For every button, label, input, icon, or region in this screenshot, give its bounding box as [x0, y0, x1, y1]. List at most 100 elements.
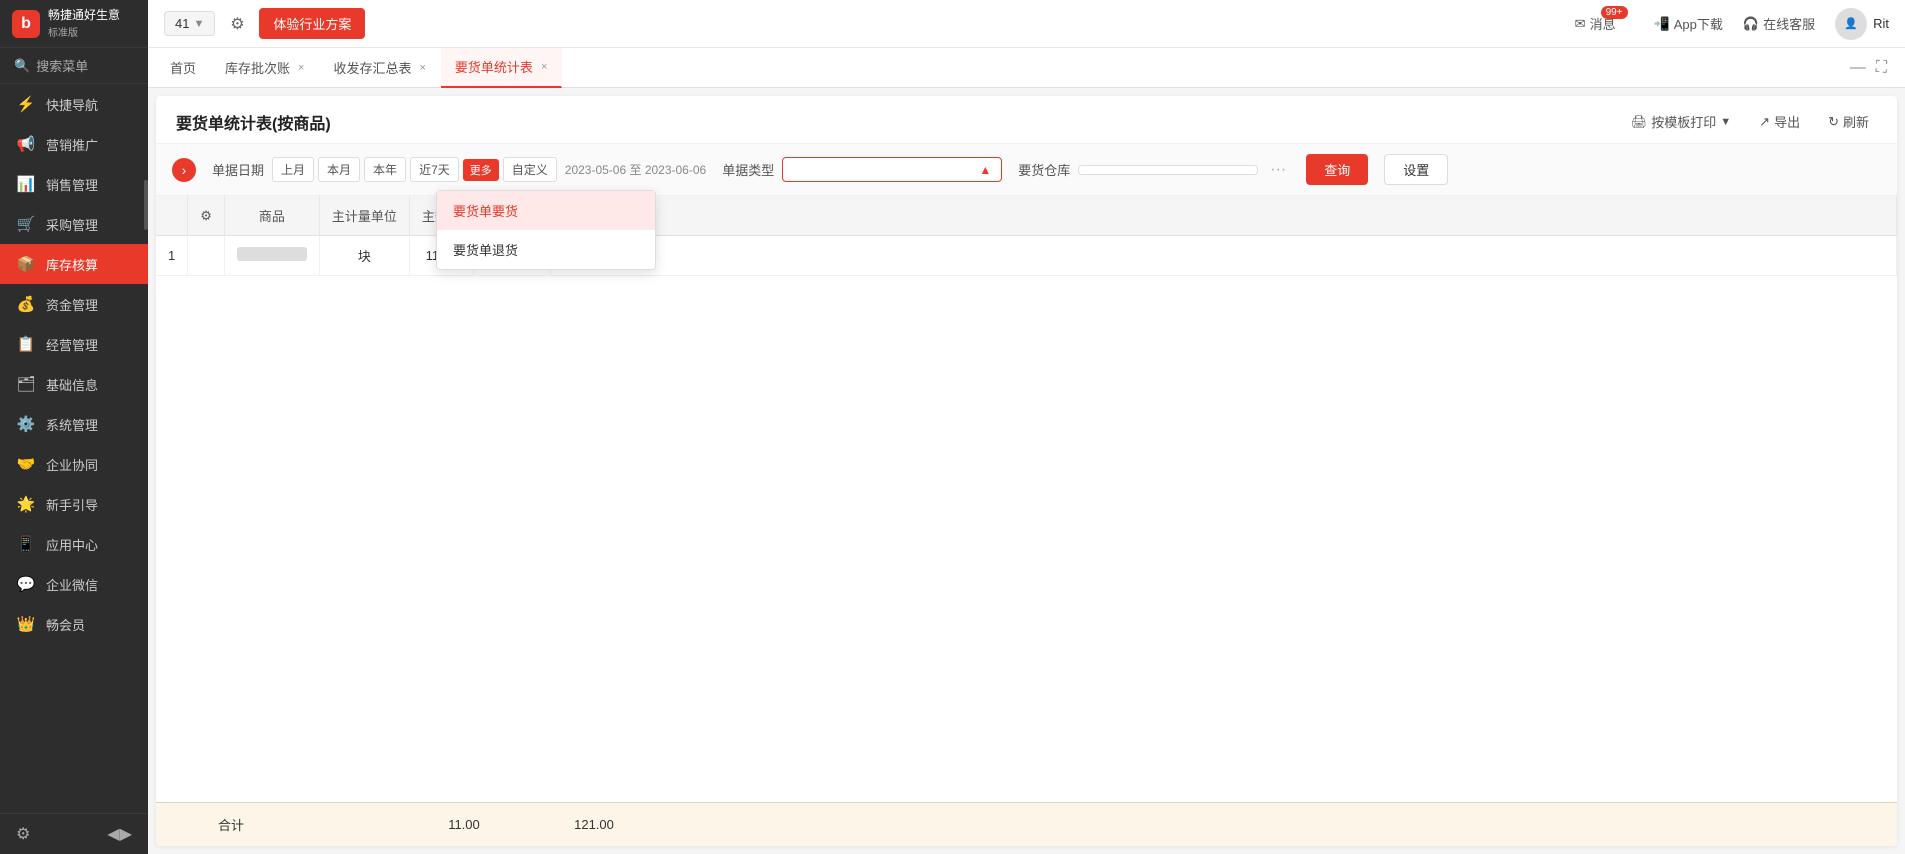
- online-service-button[interactable]: 🎧 在线客服: [1743, 14, 1815, 33]
- sidebar-nav: ⚡ 快捷导航 📢 营销推广 📊 销售管理 🛒 采购管理 📦 库存核算 💰 资金管…: [0, 84, 148, 813]
- more-tag[interactable]: 更多: [463, 159, 499, 181]
- logo-title: 畅捷通好生意: [48, 8, 120, 24]
- dropdown-option-order-goods[interactable]: 要货单要货: [437, 191, 655, 230]
- company-selector[interactable]: 41 ▼: [164, 11, 215, 36]
- order-type-input[interactable]: [793, 162, 975, 177]
- export-button[interactable]: ↗ 导出: [1751, 108, 1808, 135]
- cell-extra: [550, 236, 1896, 276]
- print-button[interactable]: 🖨 按模板打印 ▼: [1623, 108, 1739, 135]
- custom-date-btn[interactable]: 自定义: [503, 157, 557, 182]
- enterprise-icon: 🤝: [16, 454, 36, 474]
- filter-expand-button[interactable]: ›: [172, 158, 196, 182]
- sidebar-item-base[interactable]: 🗂 基础信息: [0, 364, 148, 404]
- sidebar-item-label: 企业协同: [46, 455, 98, 474]
- trial-button[interactable]: 体验行业方案: [259, 8, 365, 39]
- tab-receive-summary-label: 收发存汇总表: [333, 58, 411, 77]
- last-month-btn[interactable]: 上月: [272, 157, 314, 182]
- sidebar-collapse-icon[interactable]: ◀▶: [107, 824, 132, 844]
- topbar-gear-button[interactable]: ⚙: [223, 10, 251, 38]
- settings-icon[interactable]: ⚙: [16, 824, 30, 844]
- app-download-button[interactable]: 📲 App下载: [1654, 14, 1723, 33]
- cell-rownum: 1: [156, 236, 188, 276]
- base-icon: 🗂: [16, 374, 36, 394]
- cell-goods: [224, 236, 319, 276]
- last-7-days-btn[interactable]: 近7天: [410, 157, 459, 182]
- topbar-left: 41 ▼ ⚙ 体验行业方案: [164, 8, 365, 39]
- tab-receive-summary-close[interactable]: ×: [419, 62, 425, 74]
- set-button[interactable]: 设置: [1384, 154, 1448, 185]
- sidebar-item-marketing[interactable]: 📢 营销推广: [0, 124, 148, 164]
- query-button[interactable]: 查询: [1306, 154, 1368, 185]
- online-service-label: 在线客服: [1763, 14, 1815, 33]
- table-footer: 合计 11.00 121.00: [156, 802, 1897, 846]
- col-rownum: [156, 196, 188, 236]
- avatar: 👤: [1835, 8, 1867, 40]
- sidebar-item-finance[interactable]: 💰 资金管理: [0, 284, 148, 324]
- sidebar-item-purchase[interactable]: 🛒 采购管理: [0, 204, 148, 244]
- tab-order-stats-label: 要货单统计表: [455, 57, 533, 76]
- warehouse-selector[interactable]: [1078, 165, 1258, 175]
- guide-icon: 🌟: [16, 494, 36, 514]
- sidebar-item-members[interactable]: 👑 畅会员: [0, 604, 148, 644]
- data-table: ⚙ 商品 主计量单位 主数量 零售金额 1: [156, 196, 1897, 276]
- search-icon: 🔍: [14, 58, 30, 74]
- footer-values: 11.00 121.00: [384, 817, 644, 832]
- col-unit: 主计量单位: [319, 196, 409, 236]
- marketing-icon: 📢: [16, 134, 36, 154]
- this-month-btn[interactable]: 本月: [318, 157, 360, 182]
- sidebar-item-wechat[interactable]: 💬 企业微信: [0, 564, 148, 604]
- tab-order-stats-close[interactable]: ×: [541, 61, 547, 73]
- operations-icon: 📋: [16, 334, 36, 354]
- members-icon: 👑: [16, 614, 36, 634]
- sidebar-item-guide[interactable]: 🌟 新手引导: [0, 484, 148, 524]
- sidebar-item-appstore[interactable]: 📱 应用中心: [0, 524, 148, 564]
- warehouse-filter-group: 要货仓库 ···: [1018, 157, 1290, 183]
- logo-subtitle: 标准版: [48, 24, 120, 39]
- table-settings-icon[interactable]: ⚙: [200, 208, 212, 223]
- tab-order-stats[interactable]: 要货单统计表 ×: [441, 48, 562, 88]
- headset-icon: 🎧: [1743, 16, 1759, 32]
- tab-expand-icon[interactable]: ⛶: [1874, 57, 1889, 79]
- dropdown-option-order-return[interactable]: 要货单退货: [437, 230, 655, 269]
- tabs-right-actions: — ⛶: [1848, 57, 1897, 79]
- sidebar-item-sales[interactable]: 📊 销售管理: [0, 164, 148, 204]
- sidebar-item-inventory[interactable]: 📦 库存核算: [0, 244, 148, 284]
- sidebar-item-label: 经营管理: [46, 335, 98, 354]
- tab-minimize-icon[interactable]: —: [1848, 57, 1868, 79]
- tab-inventory-batch-close[interactable]: ×: [298, 62, 304, 74]
- sidebar-scrollbar[interactable]: [144, 180, 148, 230]
- col-settings[interactable]: ⚙: [188, 196, 225, 236]
- this-year-btn[interactable]: 本年: [364, 157, 406, 182]
- footer-qty: 11.00: [384, 817, 544, 832]
- tab-receive-summary[interactable]: 收发存汇总表 ×: [319, 48, 440, 88]
- more-filter-icon[interactable]: ···: [1266, 157, 1290, 183]
- user-area[interactable]: 👤 Rit: [1835, 8, 1889, 40]
- refresh-button[interactable]: ↻ 刷新: [1820, 108, 1877, 135]
- sidebar-item-enterprise[interactable]: 🤝 企业协同: [0, 444, 148, 484]
- sidebar-item-label: 企业微信: [46, 575, 98, 594]
- footer-amount: 121.00: [544, 817, 644, 832]
- sidebar: b 畅捷通好生意 标准版 🔍 搜索菜单 ⚡ 快捷导航 📢 营销推广 📊 销售管理…: [0, 0, 148, 854]
- company-dropdown-icon: ▼: [193, 18, 204, 30]
- message-button[interactable]: ✉ 消息 99+: [1575, 14, 1616, 33]
- date-filter-group: 单据日期 上月 本月 本年 近7天 更多 自定义 2023-05-06 至 20…: [212, 157, 706, 182]
- sidebar-item-label: 采购管理: [46, 215, 98, 234]
- cell-settings: [188, 236, 225, 276]
- order-type-dropdown[interactable]: ▲: [782, 157, 1002, 182]
- order-type-arrow-icon[interactable]: ▲: [979, 163, 991, 177]
- sidebar-item-quick-nav[interactable]: ⚡ 快捷导航: [0, 84, 148, 124]
- tab-home[interactable]: 首页: [156, 48, 211, 88]
- app-download-label: App下载: [1674, 14, 1723, 33]
- tab-inventory-batch[interactable]: 库存批次账 ×: [211, 48, 319, 88]
- table-header: ⚙ 商品 主计量单位 主数量 零售金额: [156, 196, 1897, 236]
- sidebar-item-system[interactable]: ⚙️ 系统管理: [0, 404, 148, 444]
- sidebar-item-operations[interactable]: 📋 经营管理: [0, 324, 148, 364]
- sidebar-item-label: 系统管理: [46, 415, 98, 434]
- table-body: 1 块 11.00 121.00: [156, 236, 1897, 276]
- finance-icon: 💰: [16, 294, 36, 314]
- sidebar-search[interactable]: 🔍 搜索菜单: [0, 48, 148, 84]
- page-header: 要货单统计表(按商品) 🖨 按模板打印 ▼ ↗ 导出 ↻ 刷新: [156, 96, 1897, 144]
- inventory-icon: 📦: [16, 254, 36, 274]
- tabs-bar: 首页 库存批次账 × 收发存汇总表 × 要货单统计表 × — ⛶: [148, 48, 1905, 88]
- refresh-label: 刷新: [1843, 112, 1869, 131]
